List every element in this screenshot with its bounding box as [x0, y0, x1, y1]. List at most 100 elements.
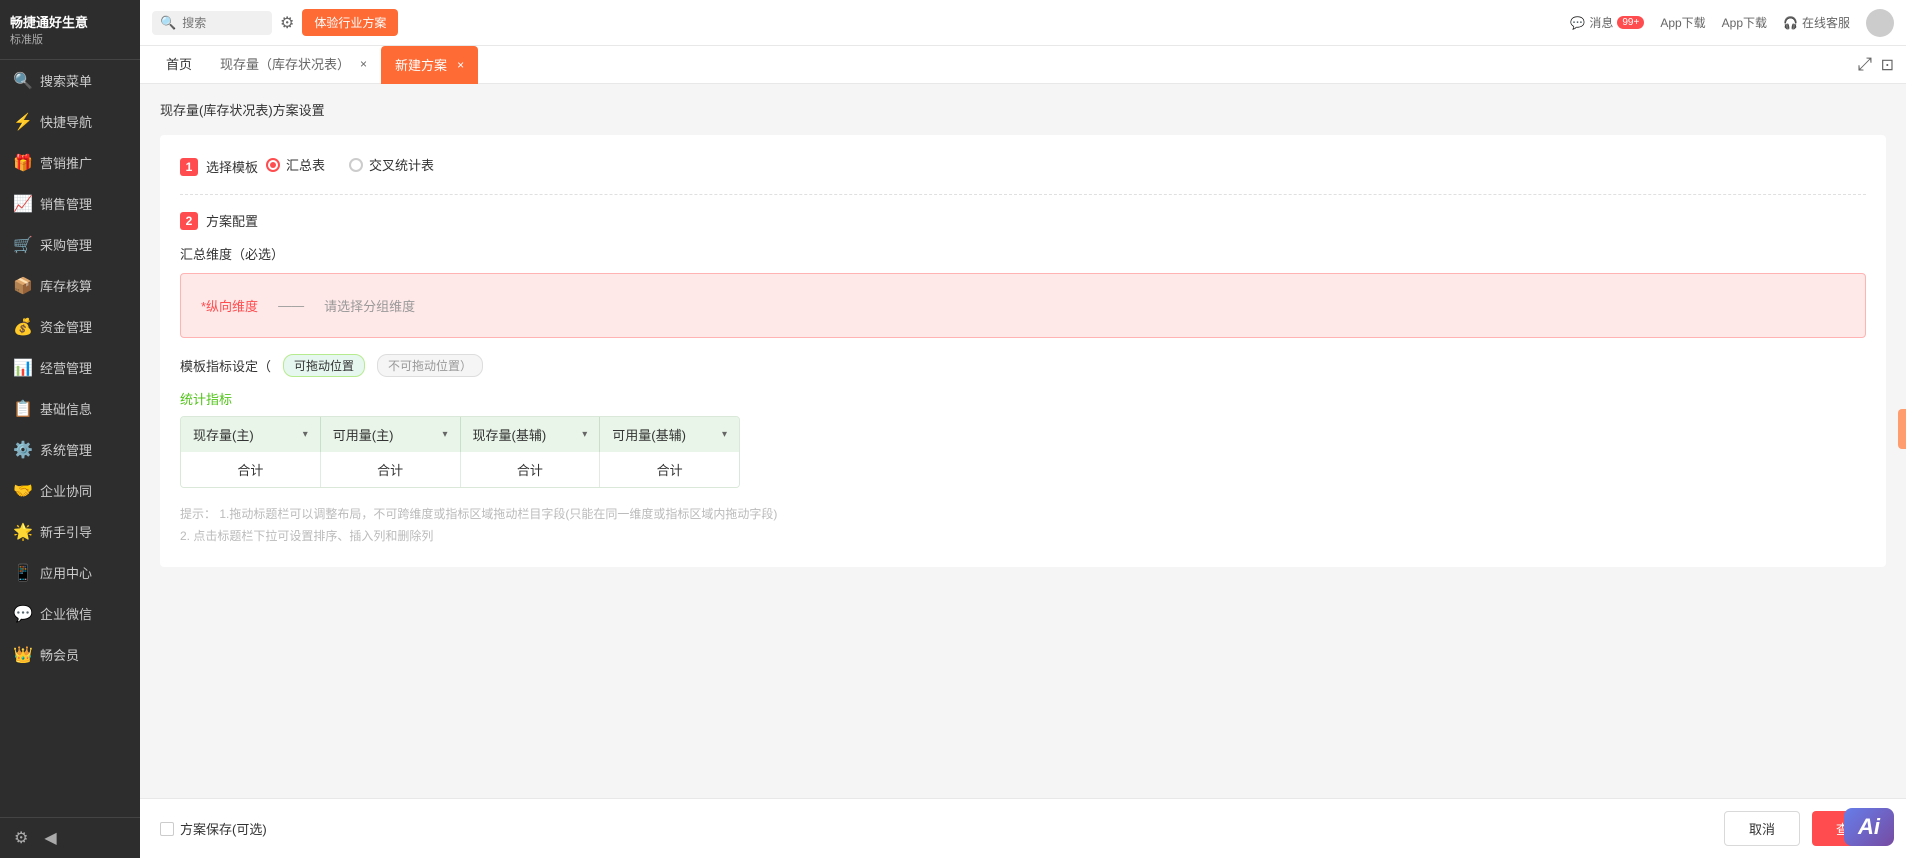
ai-badge[interactable]: Ai [1844, 808, 1894, 846]
tab-new-plan-label: 新建方案 [395, 55, 447, 74]
message-badge[interactable]: 💬 消息 99+ [1570, 14, 1644, 31]
stat-table-body: 合计 合计 合计 合计 [181, 452, 739, 487]
right-edge-handle[interactable] [1898, 409, 1906, 449]
shrink-icon: ⊡ [1881, 57, 1894, 74]
dimension-required: *纵向维度 [201, 296, 258, 315]
sidebar-item-label: 应用中心 [40, 563, 92, 582]
topbar-search-box: 🔍 [152, 11, 272, 35]
expand-icon: ⤢ [1858, 54, 1872, 74]
step1-divider [180, 194, 1866, 195]
app-download-link[interactable]: App下载 [1660, 14, 1705, 31]
stat-table-header: 现存量(主) ▾ 可用量(主) ▾ 现存量(基辅) ▾ 可用量(基辅) ▾ [181, 417, 739, 452]
tab-home[interactable]: 首页 [152, 46, 206, 84]
indicator-settings: 模板指标设定（ 可拖动位置 不可拖动位置） [180, 354, 1866, 377]
content-area: 现存量(库存状况表)方案设置 1 选择模板 汇总表 交叉统计表 [140, 84, 1906, 798]
tab-inventory-close[interactable]: × [360, 57, 367, 71]
gear-icon[interactable]: ⚙ [280, 13, 294, 33]
quicknav-icon: ⚡ [14, 113, 32, 131]
indicator-label: 模板指标设定（ [180, 356, 271, 375]
stat-cell-1: 合计 [181, 452, 321, 487]
step1-number: 1 [180, 158, 198, 176]
stat-col-4-label: 可用量(基辅) [612, 425, 686, 444]
hint-line-1: 提示： 1.拖动标题栏可以调整布局，不可跨维度或指标区域拖动栏目字段(只能在同一… [180, 504, 1866, 526]
dimension-section-label: 汇总维度（必选） [180, 244, 1866, 263]
sidebar: 畅捷通好生意 标准版 🔍 搜索菜单 ⚡ 快捷导航 🎁 营销推广 📈 销售管理 🛒… [0, 0, 140, 858]
sidebar-item-basic-info[interactable]: 📋 基础信息 [0, 388, 140, 429]
tab-new-plan[interactable]: 新建方案 × [381, 46, 478, 84]
online-service-link[interactable]: 🎧 在线客服 [1783, 14, 1850, 31]
step2-header: 2 方案配置 [180, 211, 1866, 230]
purchase-icon: 🛒 [14, 236, 32, 254]
sidebar-item-label: 基础信息 [40, 399, 92, 418]
vip-icon: 👑 [14, 646, 32, 664]
stat-col-2[interactable]: 可用量(主) ▾ [321, 417, 461, 452]
sidebar-item-label: 销售管理 [40, 194, 92, 213]
stat-col-3[interactable]: 现存量(基辅) ▾ [461, 417, 601, 452]
sidebar-item-label: 营销推广 [40, 153, 92, 172]
sidebar-item-inventory[interactable]: 📦 库存核算 [0, 265, 140, 306]
sidebar-item-quicknav[interactable]: ⚡ 快捷导航 [0, 101, 140, 142]
app-subtitle: 标准版 [10, 31, 130, 47]
sidebar-item-finance[interactable]: 💰 资金管理 [0, 306, 140, 347]
stat-col-4[interactable]: 可用量(基辅) ▾ [600, 417, 739, 452]
sidebar-bottom: ⚙ ◀ [0, 817, 140, 858]
sidebar-item-label: 企业协同 [40, 481, 92, 500]
save-checkbox[interactable] [160, 822, 174, 836]
sidebar-item-management[interactable]: 📊 经营管理 [0, 347, 140, 388]
sidebar-item-label: 畅会员 [40, 645, 79, 664]
sales-icon: 📈 [14, 195, 32, 213]
sidebar-item-search[interactable]: 🔍 搜索菜单 [0, 60, 140, 101]
sidebar-item-vip[interactable]: 👑 畅会员 [0, 634, 140, 675]
sidebar-item-sales[interactable]: 📈 销售管理 [0, 183, 140, 224]
stat-col-1[interactable]: 现存量(主) ▾ [181, 417, 321, 452]
chevron-down-icon-3: ▾ [582, 429, 587, 440]
experience-btn[interactable]: 体验行业方案 [302, 9, 398, 36]
hint-box: 提示： 1.拖动标题栏可以调整布局，不可跨维度或指标区域拖动栏目字段(只能在同一… [180, 504, 1866, 547]
collapse-icon[interactable]: ◀ [44, 828, 56, 848]
sidebar-item-label: 企业微信 [40, 604, 92, 623]
radio-summary[interactable]: 汇总表 [266, 155, 325, 174]
collab-icon: 🤝 [14, 482, 32, 500]
sidebar-item-label: 搜索菜单 [40, 71, 92, 90]
radio-cross[interactable]: 交叉统计表 [349, 155, 434, 174]
template-options: 汇总表 交叉统计表 [266, 155, 434, 174]
stat-section-label: 统计指标 [180, 389, 1866, 408]
sidebar-item-wechat[interactable]: 💬 企业微信 [0, 593, 140, 634]
main-area: 🔍 ⚙ 体验行业方案 💬 消息 99+ App下载 App下载 🎧 在线客服 首… [140, 0, 1906, 858]
topbar-right: 💬 消息 99+ App下载 App下载 🎧 在线客服 [1570, 9, 1894, 37]
search-input[interactable] [182, 16, 262, 30]
stat-cell-2: 合计 [321, 452, 461, 487]
sidebar-item-purchase[interactable]: 🛒 采购管理 [0, 224, 140, 265]
tabbar-expand-icon[interactable]: ⤢ ⊡ [1858, 54, 1894, 75]
cancel-button[interactable]: 取消 [1724, 811, 1800, 846]
sidebar-item-label: 新手引导 [40, 522, 92, 541]
sidebar-item-label: 采购管理 [40, 235, 92, 254]
sidebar-item-label: 资金管理 [40, 317, 92, 336]
sidebar-item-marketing[interactable]: 🎁 营销推广 [0, 142, 140, 183]
radio-cross-label: 交叉统计表 [369, 155, 434, 174]
wechat-icon: 💬 [14, 605, 32, 623]
sidebar-item-newuser[interactable]: 🌟 新手引导 [0, 511, 140, 552]
sidebar-item-collab[interactable]: 🤝 企业协同 [0, 470, 140, 511]
management-icon: 📊 [14, 359, 32, 377]
tab-new-plan-close[interactable]: × [457, 58, 464, 72]
message-icon: 💬 [1570, 16, 1585, 30]
tab-inventory[interactable]: 现存量（库存状况表） × [206, 46, 381, 84]
app-download-text[interactable]: App下载 [1722, 14, 1767, 31]
sidebar-item-system[interactable]: ⚙️ 系统管理 [0, 429, 140, 470]
settings-icon[interactable]: ⚙ [14, 828, 28, 848]
headset-icon: 🎧 [1783, 16, 1798, 30]
sidebar-item-appstore[interactable]: 📱 应用中心 [0, 552, 140, 593]
inventory-icon: 📦 [14, 277, 32, 295]
save-option-label: 方案保存(可选) [180, 819, 267, 838]
dimension-box: *纵向维度 —— 请选择分组维度 [180, 273, 1866, 338]
step1-header: 1 选择模板 汇总表 交叉统计表 [180, 155, 1866, 178]
system-icon: ⚙️ [14, 441, 32, 459]
dimension-line: —— [278, 298, 304, 313]
marketing-icon: 🎁 [14, 154, 32, 172]
step1-title: 选择模板 [206, 157, 258, 176]
chevron-down-icon-2: ▾ [442, 429, 447, 440]
chevron-down-icon-1: ▾ [303, 429, 308, 440]
app-title: 畅捷通好生意 [10, 12, 130, 31]
stat-cell-4: 合计 [600, 452, 739, 487]
